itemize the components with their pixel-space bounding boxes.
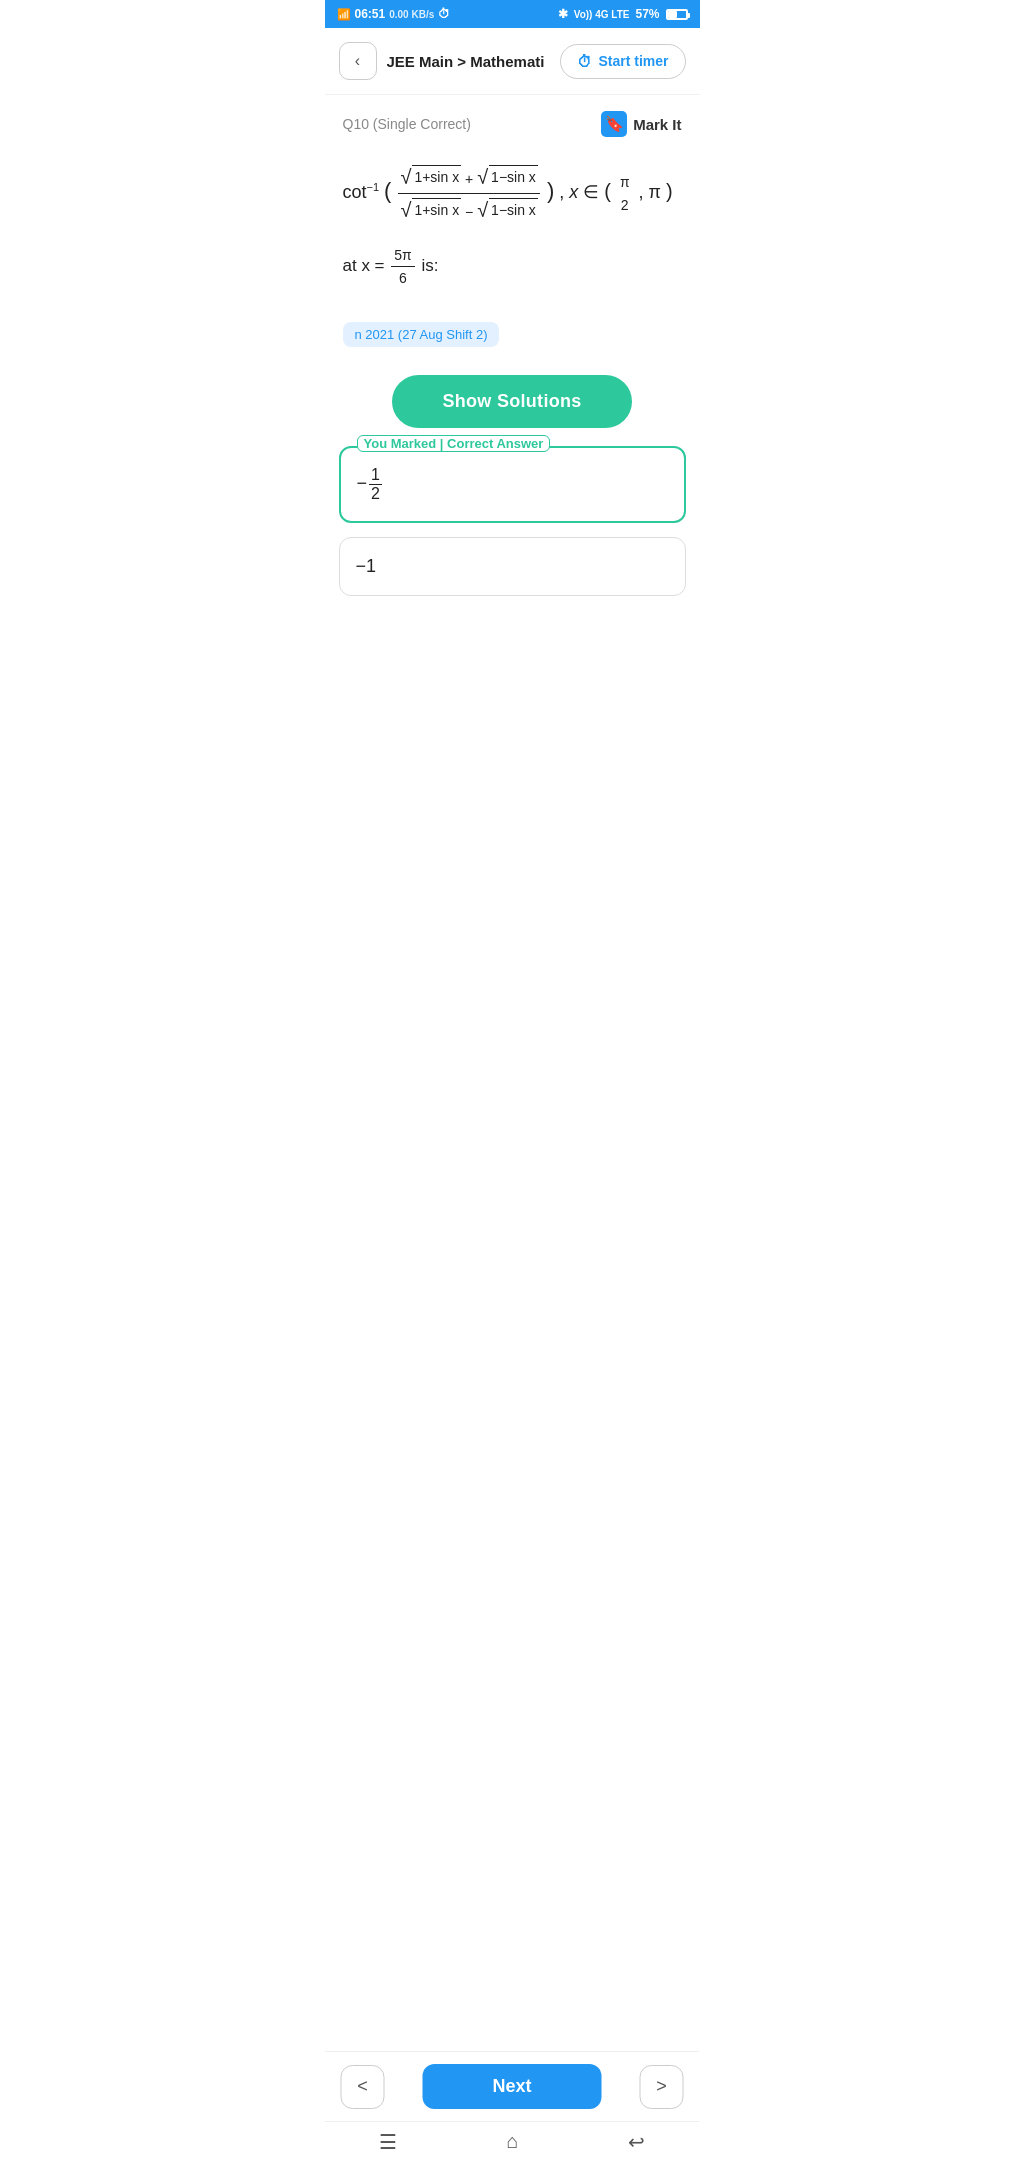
answer-option-correct[interactable]: You Marked | Correct Answer − 1 2 bbox=[339, 446, 686, 523]
math-sub: at x = 5π 6 is: bbox=[343, 244, 682, 290]
math-formula: cot−1 ( √1+sin x + √1−sin x √1+sin x − √… bbox=[343, 161, 682, 226]
question-label: Q10 (Single Correct) bbox=[343, 116, 471, 132]
clock-icon: ⏱ bbox=[438, 7, 450, 21]
answer-options: You Marked | Correct Answer − 1 2 −1 bbox=[325, 446, 700, 596]
math-content: cot−1 ( √1+sin x + √1−sin x √1+sin x − √… bbox=[325, 137, 700, 318]
header: ‹ JEE Main > Mathemati ⏱ Start timer bbox=[325, 28, 700, 95]
status-time: 06:51 bbox=[355, 7, 386, 21]
data-rate: 0.00 KB/s bbox=[389, 9, 434, 20]
answer-value-1: − 1 2 bbox=[357, 466, 384, 503]
back-button[interactable]: ‹ bbox=[339, 42, 377, 80]
header-title: JEE Main > Mathemati bbox=[387, 53, 551, 70]
back-icon: ‹ bbox=[355, 52, 360, 70]
show-solutions-button[interactable]: Show Solutions bbox=[392, 375, 631, 428]
signal-icon: 📶 bbox=[337, 8, 351, 21]
question-tag: n 2021 (27 Aug Shift 2) bbox=[343, 322, 500, 347]
start-timer-button[interactable]: ⏱ Start timer bbox=[560, 44, 685, 79]
question-meta: Q10 (Single Correct) 🔖 Mark It bbox=[325, 95, 700, 137]
status-bar: 📶 06:51 0.00 KB/s ⏱ ✱ Vo)) 4G LTE 57% bbox=[325, 0, 700, 28]
answer-option-2[interactable]: −1 bbox=[339, 537, 686, 596]
lte-indicator: Vo)) 4G LTE bbox=[574, 9, 630, 20]
mark-it-button[interactable]: 🔖 Mark It bbox=[601, 111, 681, 137]
bluetooth-icon: ✱ bbox=[558, 7, 568, 21]
status-left: 📶 06:51 0.00 KB/s ⏱ bbox=[337, 7, 451, 21]
battery-percent: 57% bbox=[635, 7, 659, 21]
status-right: ✱ Vo)) 4G LTE 57% bbox=[558, 7, 688, 21]
correct-answer-label: You Marked | Correct Answer bbox=[357, 435, 551, 452]
mark-it-label: Mark It bbox=[633, 116, 681, 133]
answer-value-2: −1 bbox=[356, 556, 377, 577]
timer-icon: ⏱ bbox=[577, 53, 592, 70]
battery-icon bbox=[666, 9, 688, 20]
solutions-btn-wrap: Show Solutions bbox=[325, 365, 700, 446]
bookmark-icon: 🔖 bbox=[601, 111, 627, 137]
timer-label: Start timer bbox=[598, 53, 668, 69]
